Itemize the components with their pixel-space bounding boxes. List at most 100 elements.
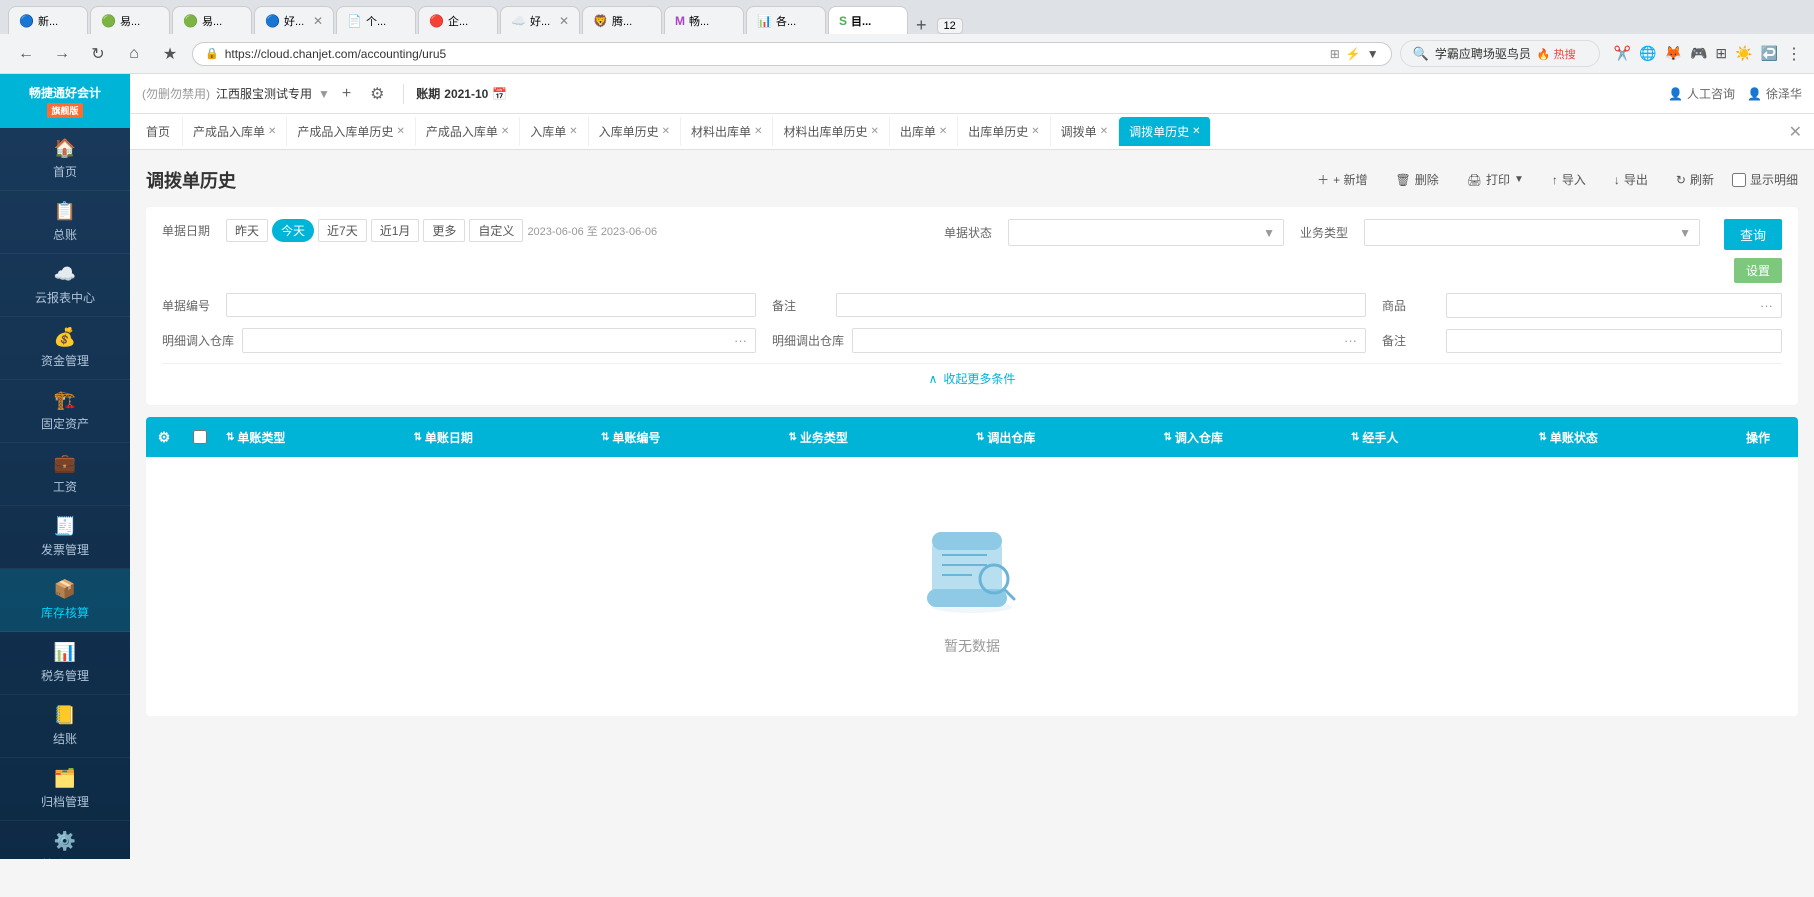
tab-item-3[interactable]: 🟢 易... — [172, 6, 252, 34]
sidebar-item-tax[interactable]: 📊 税务管理 — [0, 632, 130, 695]
goods-select[interactable]: ··· — [1446, 293, 1782, 318]
sidebar-item-invoice[interactable]: 🧾 发票管理 — [0, 506, 130, 569]
col-in-warehouse[interactable]: ⇅ 调入仓库 — [1156, 429, 1344, 446]
help-btn[interactable]: 👤 人工咨询 — [1668, 85, 1735, 102]
tab-material-outbound[interactable]: 材料出库单 ✕ — [681, 117, 773, 146]
back-button[interactable]: ← — [12, 40, 40, 68]
tab-inbound[interactable]: 入库单 ✕ — [520, 117, 588, 146]
select-all-checkbox-cell[interactable] — [182, 430, 218, 444]
close-icon[interactable]: ✕ — [1192, 126, 1200, 137]
detail-out-select[interactable]: ··· — [852, 328, 1366, 353]
home-button[interactable]: ⌂ — [120, 40, 148, 68]
forward-button[interactable]: → — [48, 40, 76, 68]
close-icon[interactable]: ✕ — [870, 126, 878, 137]
tab-item-9[interactable]: M 畅... — [664, 6, 744, 34]
sidebar-item-inventory[interactable]: 📦 库存核算 — [0, 569, 130, 632]
tab-transfer[interactable]: 调拨单 ✕ — [1051, 117, 1119, 146]
tab-item-6[interactable]: 🔴 企... — [418, 6, 498, 34]
menu-icon-btn[interactable]: ⋮ — [1786, 44, 1802, 64]
tab4-close[interactable]: ✕ — [313, 14, 323, 28]
show-detail-toggle[interactable]: 显示明细 — [1732, 171, 1798, 188]
chevron-down-icon[interactable]: ▼ — [1367, 47, 1379, 61]
col-biz-type[interactable]: ⇅ 业务类型 — [781, 429, 969, 446]
close-icon[interactable]: ✕ — [754, 126, 762, 137]
tab-product-inbound-history[interactable]: 产成品入库单历史 ✕ — [287, 117, 415, 146]
close-icon[interactable]: ✕ — [662, 126, 670, 137]
game-icon-btn[interactable]: 🎮 — [1690, 45, 1707, 62]
export-button[interactable]: ↓ 导出 — [1604, 166, 1658, 193]
date-btn-1month[interactable]: 近1月 — [371, 219, 420, 242]
gear-icon-btn[interactable]: ⚙ — [363, 80, 391, 108]
col-doc-date[interactable]: ⇅ 单账日期 — [406, 429, 594, 446]
tab-item-2[interactable]: 🟢 易... — [90, 6, 170, 34]
date-btn-yesterday[interactable]: 昨天 — [226, 219, 268, 242]
sidebar-item-home[interactable]: 🏠 首页 — [0, 128, 130, 191]
tab-item-7[interactable]: ☁️ 好... ✕ — [500, 6, 580, 34]
period-selector[interactable]: 账期 2021-10 📅 — [416, 85, 507, 102]
sidebar-item-ledger[interactable]: 📋 总账 — [0, 191, 130, 254]
tab-home[interactable]: 首页 — [134, 117, 183, 146]
print-button[interactable]: 🖨 打印 ▼ — [1457, 166, 1534, 193]
browser-search-bar[interactable]: 🔍 学霸应聘场驱鸟员 🔥 热搜 — [1400, 40, 1600, 67]
tab-product-inbound[interactable]: 产成品入库单 ✕ — [183, 117, 287, 146]
col-handler[interactable]: ⇅ 经手人 — [1343, 429, 1531, 446]
close-icon[interactable]: ✕ — [501, 126, 509, 137]
sidebar-item-fund[interactable]: 💰 资金管理 — [0, 317, 130, 380]
theme-icon-btn[interactable]: ☀️ — [1735, 45, 1752, 62]
tab-transfer-history[interactable]: 调拨单历史 ✕ — [1119, 117, 1211, 146]
refresh-browser-button[interactable]: ↻ — [84, 40, 112, 68]
sidebar-item-payroll[interactable]: 💼 工资 — [0, 443, 130, 506]
close-icon[interactable]: ✕ — [569, 126, 577, 137]
new-tab-button[interactable]: + — [910, 16, 933, 34]
remark-input[interactable] — [836, 293, 1366, 317]
close-icon[interactable]: ✕ — [1031, 126, 1039, 137]
close-icon[interactable]: ✕ — [268, 126, 276, 137]
new-record-button[interactable]: ＋ + 新增 — [1307, 166, 1377, 193]
date-btn-more[interactable]: 更多 — [423, 219, 465, 242]
sidebar-item-closing[interactable]: 📒 结账 — [0, 695, 130, 758]
close-icon[interactable]: ✕ — [1100, 126, 1108, 137]
status-select[interactable]: ▼ — [1008, 219, 1284, 246]
tab-item-4[interactable]: 🔵 好... ✕ — [254, 6, 334, 34]
filter-settings-button[interactable]: 设置 — [1734, 258, 1782, 283]
date-btn-7days[interactable]: 近7天 — [318, 219, 367, 242]
tab-inbound-history[interactable]: 入库单历史 ✕ — [589, 117, 681, 146]
add-company-button[interactable]: + — [342, 85, 351, 103]
tab-outbound-history[interactable]: 出库单历史 ✕ — [958, 117, 1050, 146]
grid-icon-btn[interactable]: ⊞ — [1715, 45, 1727, 62]
company-selector[interactable]: (勿删勿禁用) 江西服宝测试专用 ▼ — [142, 85, 330, 102]
remark2-input[interactable] — [1446, 329, 1782, 353]
docnum-input[interactable] — [226, 293, 756, 317]
tab7-close[interactable]: ✕ — [559, 14, 569, 28]
close-all-tabs-btn[interactable]: ✕ — [1781, 120, 1810, 144]
date-btn-today[interactable]: 今天 — [272, 219, 314, 242]
translate-icon-btn[interactable]: 🌐 — [1639, 45, 1656, 62]
refresh-button[interactable]: ↻ 刷新 — [1666, 166, 1724, 193]
undo-icon-btn[interactable]: ↩️ — [1761, 45, 1778, 62]
extension2-icon-btn[interactable]: 🦊 — [1665, 45, 1682, 62]
sidebar-item-fixed-assets[interactable]: 🏗️ 固定资产 — [0, 380, 130, 443]
query-button[interactable]: 查询 — [1724, 219, 1782, 250]
scissors-icon-btn[interactable]: ✂️ — [1614, 45, 1631, 62]
biztype-select[interactable]: ▼ — [1364, 219, 1700, 246]
tab-item-1[interactable]: 🔵 新... — [8, 6, 88, 34]
tab-item-8[interactable]: 🦁 腾... — [582, 6, 662, 34]
col-doc-status[interactable]: ⇅ 单账状态 — [1531, 429, 1719, 446]
sidebar-item-settings[interactable]: ⚙️ 基础设置 — [0, 821, 130, 859]
delete-button[interactable]: 🗑 删除 — [1385, 166, 1448, 193]
user-profile[interactable]: 👤 徐泽华 — [1747, 85, 1802, 102]
tab-product-inbound2[interactable]: 产成品入库单 ✕ — [416, 117, 520, 146]
column-settings-icon[interactable]: ⚙ — [146, 429, 182, 446]
col-doc-type[interactable]: ⇅ 单账类型 — [218, 429, 406, 446]
address-input[interactable]: 🔒 https://cloud.chanjet.com/accounting/u… — [192, 42, 1392, 66]
tab-material-outbound-history[interactable]: 材料出库单历史 ✕ — [773, 117, 889, 146]
import-button[interactable]: ↑ 导入 — [1542, 166, 1596, 193]
close-icon[interactable]: ✕ — [939, 126, 947, 137]
tab-item-11[interactable]: S 目... — [828, 6, 908, 34]
bookmark-button[interactable]: ★ — [156, 40, 184, 68]
col-doc-number[interactable]: ⇅ 单账编号 — [593, 429, 781, 446]
close-icon[interactable]: ✕ — [396, 126, 404, 137]
tab-outbound[interactable]: 出库单 ✕ — [890, 117, 958, 146]
tab-item-10[interactable]: 📊 各... — [746, 6, 826, 34]
sidebar-item-cloud-report[interactable]: ☁️ 云报表中心 — [0, 254, 130, 317]
